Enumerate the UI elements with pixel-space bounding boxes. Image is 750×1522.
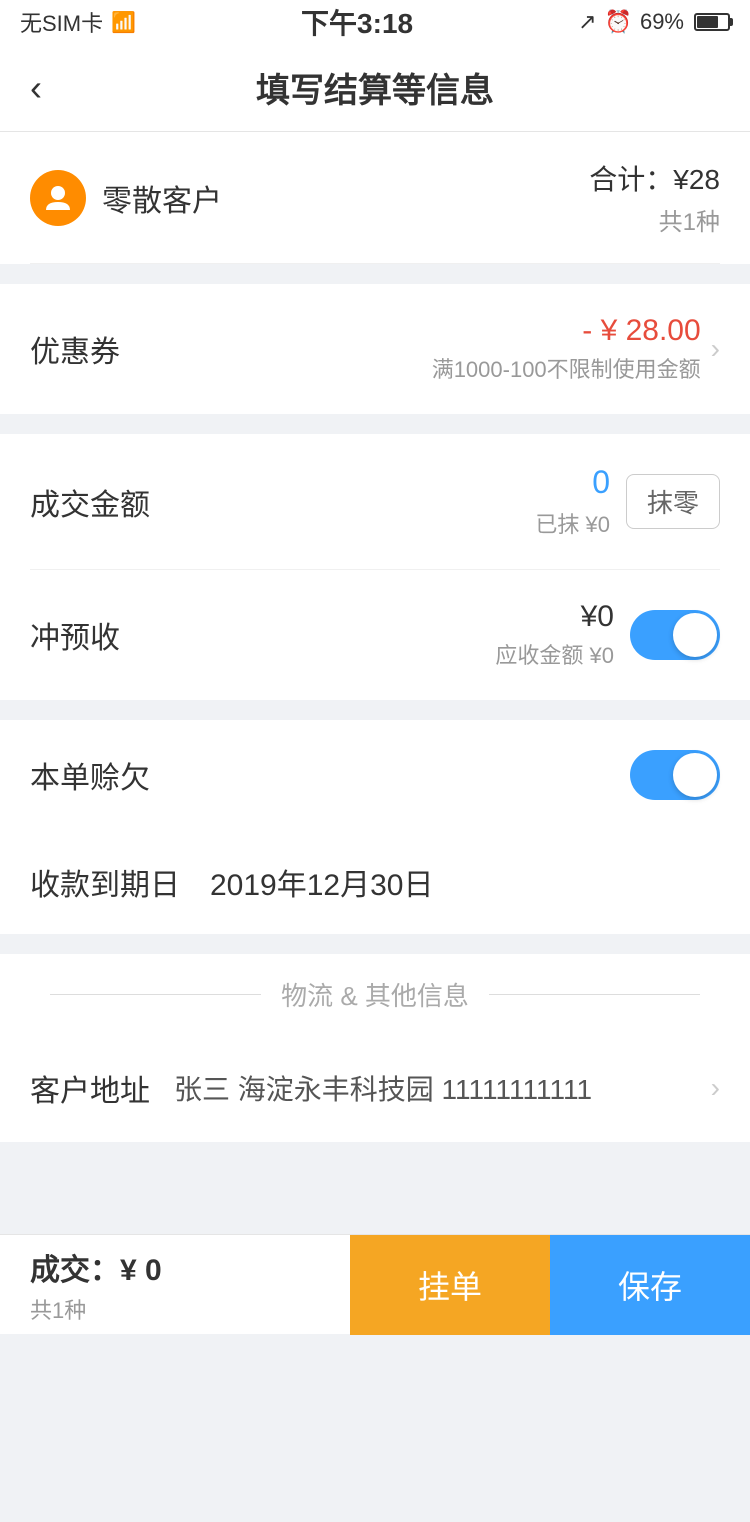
deal-amount-right: 0 已抹 ¥0 抹零 <box>535 464 720 539</box>
wifi-icon: 📶 <box>111 10 136 35</box>
coupon-label: 优惠券 <box>30 327 120 371</box>
address-label: 客户地址 <box>30 1066 150 1110</box>
coupon-discount: - ¥ 28.00 <box>432 314 701 348</box>
status-right: ↗ ⏰ 69% <box>578 9 730 35</box>
pre-receive-toggle[interactable] <box>630 610 720 660</box>
bottom-summary: 成交：¥ 0 共1种 <box>0 1245 350 1325</box>
header-line-right <box>489 994 700 995</box>
total-amount: 合计：¥28 <box>589 158 720 198</box>
customer-name: 零散客户 <box>102 176 222 220</box>
amount-section: 成交金额 0 已抹 ¥0 抹零 冲预收 ¥0 应收金额 ¥0 <box>0 434 750 700</box>
deal-amount-value[interactable]: 0 <box>535 464 610 501</box>
deal-amount-row: 成交金额 0 已抹 ¥0 抹零 <box>30 434 720 570</box>
deal-amount-label: 成交金额 <box>30 480 150 524</box>
debt-section: 本单赊欠 收款到期日 2019年12月30日 <box>0 720 750 934</box>
chevron-right-icon: › <box>711 333 720 365</box>
address-value: 张三 海淀永丰科技园 11111111111 <box>174 1068 711 1108</box>
bottom-deal-text: 成交：¥ 0 <box>30 1245 320 1289</box>
bottom-deal-label: 成交： <box>30 1254 120 1287</box>
location-icon: ↗ <box>578 9 596 35</box>
battery-percent: 69% <box>640 9 684 35</box>
customer-section: 零散客户 合计：¥28 共1种 <box>0 132 750 264</box>
avatar <box>30 170 86 226</box>
coupon-section: 优惠券 - ¥ 28.00 满1000-100不限制使用金额 › <box>0 284 750 414</box>
status-time: 下午3:18 <box>301 2 413 42</box>
coupon-info: - ¥ 28.00 满1000-100不限制使用金额 <box>432 314 701 384</box>
address-row[interactable]: 客户地址 张三 海淀永丰科技园 11111111111 › <box>30 1034 720 1142</box>
battery-icon <box>694 13 730 31</box>
coupon-desc: 满1000-100不限制使用金额 <box>432 352 701 384</box>
due-date-value[interactable]: 2019年12月30日 <box>210 860 433 904</box>
address-section: 客户地址 张三 海淀永丰科技园 11111111111 › <box>0 1034 750 1142</box>
total-count: 共1种 <box>589 202 720 237</box>
save-button[interactable]: 保存 <box>550 1235 750 1335</box>
coupon-row[interactable]: 优惠券 - ¥ 28.00 满1000-100不限制使用金额 › <box>30 284 720 414</box>
sim-signal: 无SIM卡 <box>20 6 103 38</box>
alarm-icon: ⏰ <box>605 9 632 35</box>
bottom-count: 共1种 <box>30 1293 320 1325</box>
header-line-left <box>50 994 261 995</box>
gap-4 <box>0 934 750 954</box>
status-bar: 无SIM卡 📶 下午3:18 ↗ ⏰ 69% <box>0 0 750 44</box>
gap-3 <box>0 700 750 720</box>
back-button[interactable]: ‹ <box>30 67 42 109</box>
address-chevron-icon: › <box>711 1072 720 1104</box>
customer-row: 零散客户 合计：¥28 共1种 <box>30 132 720 264</box>
prereceive-amount: ¥0 <box>495 600 614 634</box>
debt-toggle[interactable] <box>630 750 720 800</box>
debt-right <box>630 750 720 800</box>
bottom-deal-amount: ¥ 0 <box>120 1254 162 1287</box>
gap-2 <box>0 414 750 434</box>
debt-row: 本单赊欠 <box>30 720 720 830</box>
round-zero-button[interactable]: 抹零 <box>626 474 720 529</box>
prereceive-amount-wrap: ¥0 应收金额 ¥0 <box>495 600 614 670</box>
due-date-label: 收款到期日 <box>30 860 180 904</box>
hang-order-button[interactable]: 挂单 <box>350 1235 550 1335</box>
customer-left: 零散客户 <box>30 170 222 226</box>
pre-receive-label: 冲预收 <box>30 613 120 657</box>
nav-bar: ‹ 填写结算等信息 <box>0 44 750 132</box>
pre-receive-row: 冲预收 ¥0 应收金额 ¥0 <box>30 570 720 700</box>
prereceive-sub: 应收金额 ¥0 <box>495 638 614 670</box>
customer-right: 合计：¥28 共1种 <box>589 158 720 237</box>
status-left: 无SIM卡 📶 <box>20 6 136 38</box>
logistics-header-text: 物流 & 其他信息 <box>281 976 469 1013</box>
due-date-row: 收款到期日 2019年12月30日 <box>30 830 720 934</box>
debt-label: 本单赊欠 <box>30 753 150 797</box>
logistics-header: 物流 & 其他信息 <box>0 954 750 1034</box>
deal-amount-sub: 已抹 ¥0 <box>535 507 610 539</box>
bottom-bar: 成交：¥ 0 共1种 挂单 保存 <box>0 1234 750 1334</box>
coupon-right: - ¥ 28.00 满1000-100不限制使用金额 › <box>432 314 720 384</box>
page-title: 填写结算等信息 <box>256 63 494 112</box>
gap-1 <box>0 264 750 284</box>
pre-receive-right: ¥0 应收金额 ¥0 <box>495 600 720 670</box>
